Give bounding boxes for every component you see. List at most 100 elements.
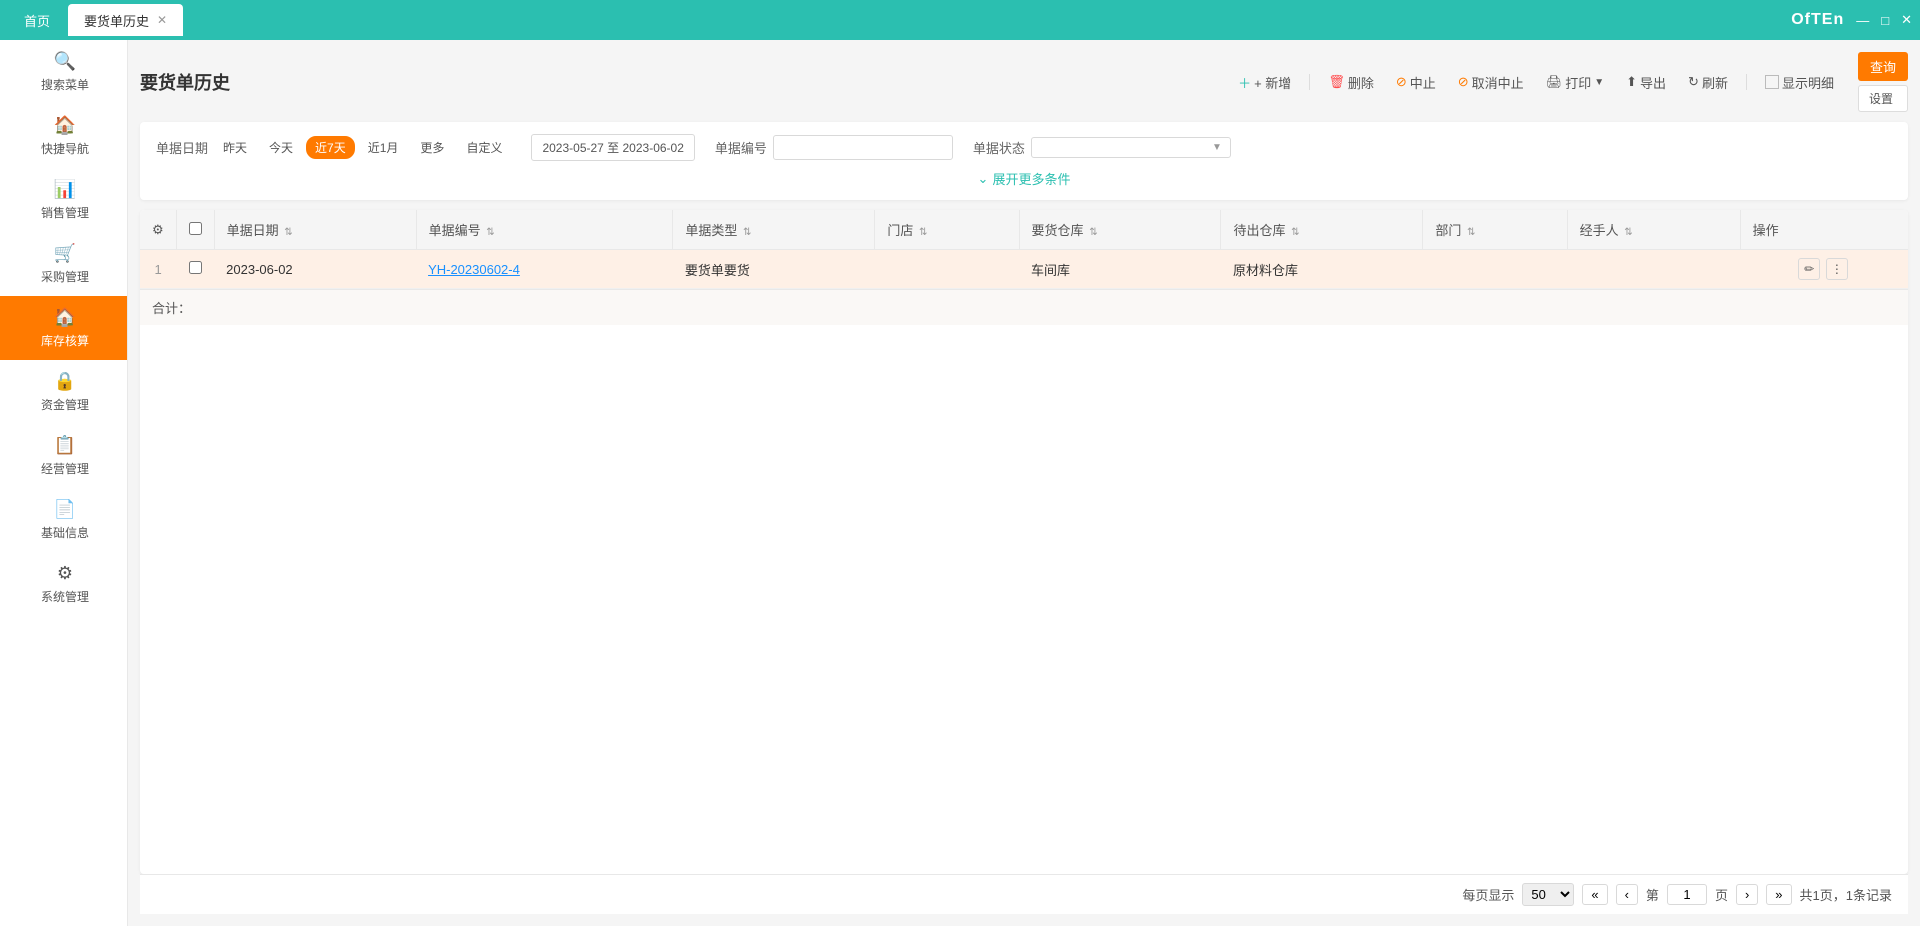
col-doc-no[interactable]: 单据编号 ⇅: [416, 210, 673, 250]
expand-more-btn[interactable]: ⌄ 展开更多条件: [156, 169, 1892, 188]
col-store[interactable]: 门店 ⇅: [875, 210, 1019, 250]
refresh-icon: ↻: [1688, 74, 1699, 90]
sidebar-item-finance-mgmt-label: 资金管理: [41, 396, 89, 413]
sidebar-item-basic-info[interactable]: 📄 基础信息: [0, 488, 127, 552]
tab-home-label: 首页: [24, 11, 50, 30]
col-pending-warehouse[interactable]: 待出仓库 ⇅: [1221, 210, 1423, 250]
page-number-input[interactable]: [1667, 884, 1707, 905]
sidebar-item-sales-mgmt[interactable]: 📊 销售管理: [0, 168, 127, 232]
sidebar-item-finance-mgmt[interactable]: 🔒 资金管理: [0, 360, 127, 424]
display-cell-checkbox[interactable]: [1765, 75, 1779, 89]
prev-page-btn[interactable]: ‹: [1616, 884, 1638, 905]
table-row: 1 2023-06-02 YH-20230602-4 要货单要货 车间库 原材料…: [140, 250, 1908, 289]
cancel-stop-button[interactable]: ⊘ 取消中止: [1452, 69, 1530, 96]
plus-icon: ＋: [1238, 73, 1251, 92]
cancel-stop-icon: ⊘: [1458, 74, 1469, 90]
col-req-warehouse[interactable]: 要货仓库 ⇅: [1019, 210, 1221, 250]
row-1-store: [875, 250, 1019, 289]
date-btn-yesterday[interactable]: 昨天: [214, 136, 256, 159]
col-department[interactable]: 部门 ⇅: [1423, 210, 1567, 250]
sidebar-item-inventory-calc[interactable]: 🏠 库存核算: [0, 296, 127, 360]
date-filter-item: 单据日期 昨天 今天 近7天 近1月 更多 自定义: [156, 136, 511, 159]
last-page-btn[interactable]: »: [1766, 884, 1791, 905]
chevron-down-icon: ▼: [1212, 142, 1222, 153]
cancel-stop-btn-label: 取消中止: [1472, 73, 1524, 92]
date-btn-last7days[interactable]: 近7天: [306, 136, 355, 159]
row-1-req-warehouse: 车间库: [1019, 250, 1221, 289]
date-btn-last1month[interactable]: 近1月: [359, 136, 408, 159]
refresh-button[interactable]: ↻ 刷新: [1682, 69, 1734, 96]
col-settings[interactable]: ⚙: [140, 210, 176, 250]
minimize-btn[interactable]: —: [1856, 13, 1869, 28]
sort-pending-wh-icon: ⇅: [1291, 227, 1299, 238]
date-btn-more[interactable]: 更多: [411, 136, 453, 159]
sidebar-item-system-mgmt[interactable]: ⚙ 系统管理: [0, 552, 127, 616]
col-doc-date[interactable]: 单据日期 ⇅: [214, 210, 416, 250]
page-header: 要货单历史 ＋ + 新增 🗑 删除 ⊘ 中止 ⊘ 取消中止: [140, 52, 1908, 112]
sidebar-item-quick-nav[interactable]: 🏠 快捷导航: [0, 104, 127, 168]
row-1-doc-no[interactable]: YH-20230602-4: [416, 250, 673, 289]
brand-name: OfTEn: [1791, 11, 1844, 29]
tab-close-icon[interactable]: ✕: [157, 13, 167, 27]
col-handler[interactable]: 经手人 ⇅: [1567, 210, 1740, 250]
date-btn-today[interactable]: 今天: [260, 136, 302, 159]
pagination-bar: 每页显示 50 100 200 « ‹ 第 页 › » 共1页，1条记录: [140, 874, 1908, 914]
query-settings-group: 查询 设置: [1858, 52, 1908, 112]
divider-1: [1309, 74, 1310, 90]
row-1-doc-no-link[interactable]: YH-20230602-4: [428, 262, 520, 277]
date-range-input[interactable]: 2023-05-27 至 2023-06-02: [531, 134, 694, 161]
stop-button[interactable]: ⊘ 中止: [1390, 69, 1442, 96]
row-1-edit-btn[interactable]: ✏: [1798, 258, 1820, 280]
top-bar: 首页 要货单历史 ✕ OfTEn — □ ✕: [0, 0, 1920, 40]
sort-store-icon: ⇅: [919, 227, 927, 238]
new-btn-label: + 新增: [1254, 73, 1291, 92]
maximize-btn[interactable]: □: [1881, 13, 1889, 28]
tab-home[interactable]: 首页: [8, 4, 66, 36]
col-checkbox: [176, 210, 214, 250]
doc-no-filter-item: 单据编号: [715, 135, 953, 160]
print-button[interactable]: 🖨 打印 ▼: [1540, 69, 1610, 96]
main-layout: 🔍 搜索菜单 🏠 快捷导航 📊 销售管理 🛒 采购管理 🏠 库存核算 🔒 资金管…: [0, 40, 1920, 926]
delete-icon: 🗑: [1328, 74, 1345, 90]
sidebar-item-search-menu[interactable]: 🔍 搜索菜单: [0, 40, 127, 104]
doc-status-select[interactable]: ▼: [1031, 137, 1231, 158]
sidebar-item-inventory-calc-label: 库存核算: [41, 332, 89, 349]
select-all-checkbox[interactable]: [189, 222, 202, 235]
doc-date-label: 单据日期: [156, 138, 208, 157]
delete-button[interactable]: 🗑 删除: [1322, 69, 1380, 96]
sum-label: 合计：: [152, 298, 191, 317]
sidebar-item-system-mgmt-label: 系统管理: [41, 588, 89, 605]
per-page-select[interactable]: 50 100 200: [1522, 883, 1574, 906]
sidebar-item-ops-mgmt[interactable]: 📋 经营管理: [0, 424, 127, 488]
settings-button[interactable]: 设置: [1858, 85, 1908, 112]
doc-status-filter-item: 单据状态 ▼: [973, 137, 1231, 158]
new-button[interactable]: ＋ + 新增: [1232, 69, 1297, 96]
date-btn-custom[interactable]: 自定义: [457, 136, 511, 159]
doc-no-input[interactable]: [773, 135, 953, 160]
print-btn-label: 打印: [1565, 73, 1591, 92]
ops-icon: 📋: [54, 435, 76, 456]
purchase-icon: 🛒: [54, 243, 76, 264]
col-doc-type[interactable]: 单据类型 ⇅: [673, 210, 875, 250]
print-dropdown-icon: ▼: [1594, 77, 1604, 88]
search-menu-icon: 🔍: [54, 51, 76, 72]
settings-btn-label: 设置: [1869, 90, 1893, 107]
page-label-before: 第: [1646, 885, 1659, 904]
home-icon: 🏠: [54, 115, 76, 136]
sidebar: 🔍 搜索菜单 🏠 快捷导航 📊 销售管理 🛒 采购管理 🏠 库存核算 🔒 资金管…: [0, 40, 128, 926]
display-cell-button[interactable]: 显示明细: [1759, 69, 1840, 96]
sidebar-item-purchase-mgmt[interactable]: 🛒 采购管理: [0, 232, 127, 296]
close-btn[interactable]: ✕: [1901, 12, 1912, 28]
row-1-pending-warehouse: 原材料仓库: [1221, 250, 1423, 289]
first-page-btn[interactable]: «: [1582, 884, 1607, 905]
next-page-btn[interactable]: ›: [1736, 884, 1758, 905]
query-button[interactable]: 查询: [1858, 52, 1908, 81]
content-area: 要货单历史 ＋ + 新增 🗑 删除 ⊘ 中止 ⊘ 取消中止: [128, 40, 1920, 926]
doc-no-label: 单据编号: [715, 138, 767, 157]
export-button[interactable]: ⬆ 导出: [1620, 69, 1672, 96]
tab-requisition-history[interactable]: 要货单历史 ✕: [68, 4, 183, 36]
row-1-doc-type: 要货单要货: [673, 250, 875, 289]
row-1-more-btn[interactable]: ⋮: [1826, 258, 1848, 280]
sidebar-item-purchase-mgmt-label: 采购管理: [41, 268, 89, 285]
row-1-select-checkbox[interactable]: [189, 261, 202, 274]
